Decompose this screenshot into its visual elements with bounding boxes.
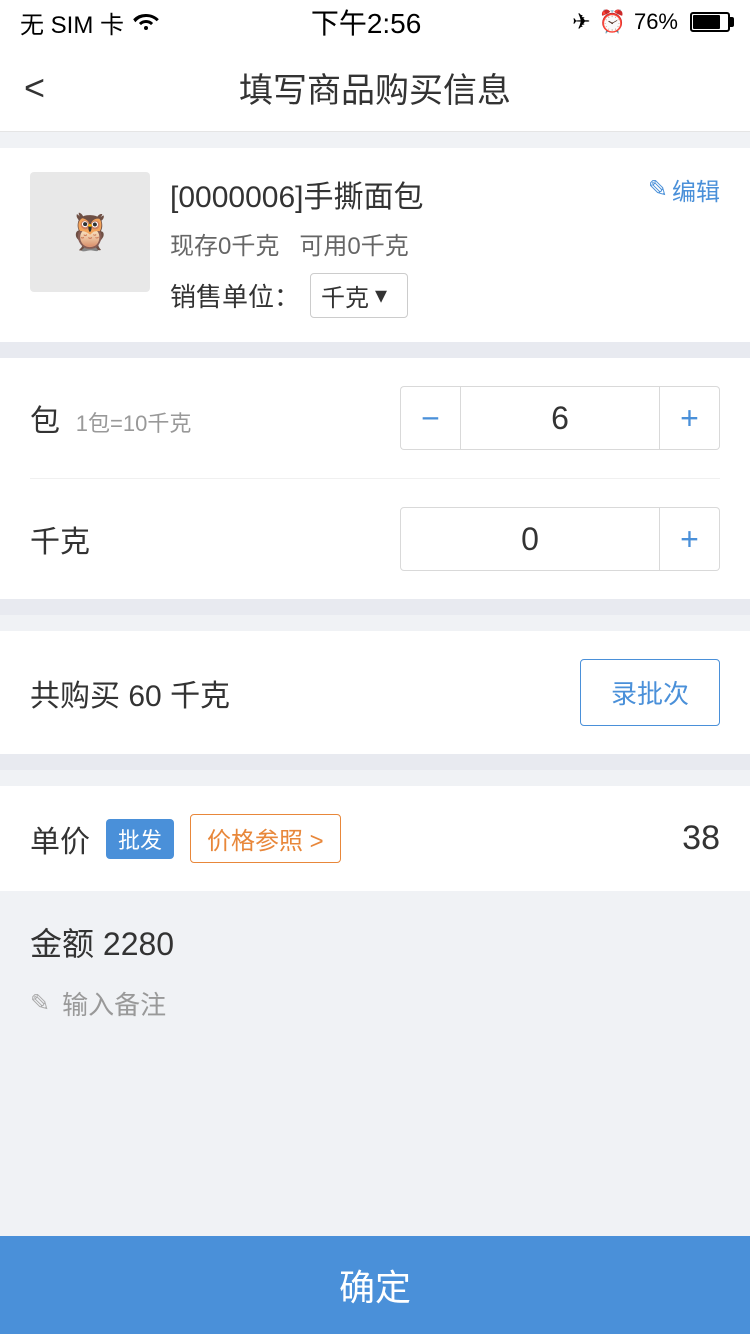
amount-section: 金额 2280 ✎ 输入备注 [0,891,750,1038]
stock-available: 可用0千克 [299,233,408,260]
edit-button[interactable]: ✎ 编辑 [648,172,720,207]
edit-icon: ✎ [648,175,668,204]
pack-row: 包 1包=10千克 − + [30,358,720,479]
product-card: 🦉 [0000006]手撕面包 现存0千克 可用0千克 销售单位： 千克 ▾ ✎… [0,148,750,342]
confirm-button[interactable]: 确定 [0,1236,750,1334]
pack-input[interactable] [460,386,660,450]
pack-label-group: 包 1包=10千克 [30,396,191,440]
kg-input[interactable] [400,507,660,571]
nav-bar: < 填写商品购买信息 [0,44,750,132]
status-bar: 无 SIM 卡 下午2:56 ✈ ⏰ 76% [0,0,750,44]
note-placeholder: 输入备注 [62,985,166,1022]
total-label: 共购买 60 千克 [30,680,230,713]
amount-row: 金额 2280 [30,919,720,965]
pack-hint: 1包=10千克 [76,411,192,436]
product-info: [0000006]手撕面包 现存0千克 可用0千克 销售单位： 千克 ▾ [170,172,720,318]
status-time: 下午2:56 [311,2,422,42]
product-stock: 现存0千克 可用0千克 [170,226,720,261]
edit-label: 编辑 [672,172,720,207]
pack-minus-button[interactable]: − [400,386,460,450]
kg-controls: + [400,507,720,571]
product-image: 🦉 [30,172,150,292]
quantity-section: 包 1包=10千克 − + 千克 + [0,358,750,599]
price-section: 单价 批发 价格参照 > 38 [0,786,750,891]
unit-label: 销售单位： [170,277,300,314]
price-value: 38 [682,819,720,858]
pack-plus-button[interactable]: + [660,386,720,450]
price-tag: 批发 [106,819,174,859]
note-row[interactable]: ✎ 输入备注 [30,985,720,1022]
pack-label: 包 [30,405,60,438]
alarm-icon: ⏰ [599,9,626,35]
product-unit-row: 销售单位： 千克 ▾ [170,273,720,318]
status-left: 无 SIM 卡 [20,5,160,40]
kg-label: 千克 [30,526,90,559]
chevron-down-icon: ▾ [375,281,387,310]
total-label-group: 共购买 60 千克 [30,671,230,715]
section-divider-3 [0,754,750,770]
pack-controls: − + [400,386,720,450]
wifi-icon [132,8,160,37]
total-unit: 千克 [170,680,230,713]
carrier-label: 无 SIM 卡 [20,5,124,40]
price-ref-label: 价格参照 > [207,821,324,856]
content-spacer [0,1038,750,1236]
price-label: 单价 [30,817,90,861]
stock-current: 现存0千克 [170,233,279,260]
kg-label-group: 千克 [30,517,90,561]
pencil-icon: ✎ [30,989,50,1018]
total-amount: 60 [128,680,161,713]
amount-value: 2280 [103,926,174,962]
total-section: 共购买 60 千克 录批次 [0,631,750,754]
product-thumbnail: 🦉 [68,211,113,253]
battery-icon [690,12,730,32]
page-title: 填写商品购买信息 [239,63,511,112]
unit-value: 千克 [321,278,369,313]
product-name: [0000006]手撕面包 [170,172,720,216]
section-divider-1 [0,342,750,358]
unit-select[interactable]: 千克 ▾ [310,273,408,318]
section-divider-2 [0,599,750,615]
gps-icon: ✈ [572,9,590,35]
amount-label: 金额 [30,926,94,962]
battery-percent: 76% [634,9,678,35]
kg-plus-button[interactable]: + [660,507,720,571]
kg-row: 千克 + [30,479,720,599]
batch-button[interactable]: 录批次 [580,659,720,726]
back-button[interactable]: < [24,67,45,109]
price-ref-button[interactable]: 价格参照 > [190,814,341,863]
status-right: ✈ ⏰ 76% [572,9,730,35]
